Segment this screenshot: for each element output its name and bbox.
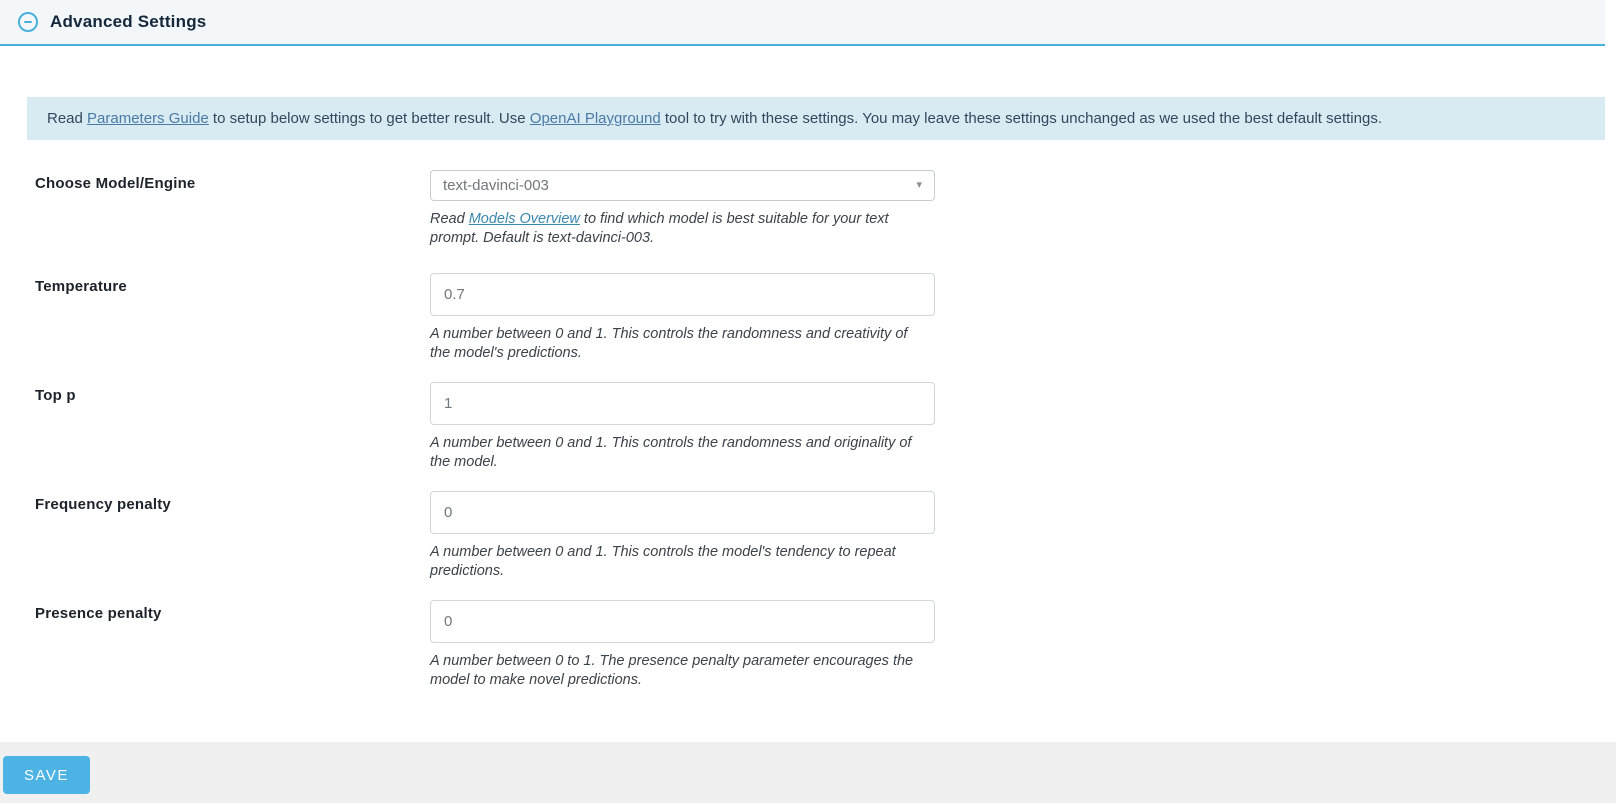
presence-penalty-helper-text: A number between 0 to 1. The presence pe… <box>430 653 914 688</box>
info-banner: Read Parameters Guide to setup below set… <box>27 97 1605 140</box>
frequency-penalty-label: Frequency penalty <box>35 496 171 513</box>
temperature-label: Temperature <box>35 278 127 295</box>
advanced-settings-form: Choose Model/Engine text-davinci-003 ▾ R… <box>0 170 1616 690</box>
top-p-input[interactable] <box>430 382 935 425</box>
presence-penalty-input[interactable] <box>430 600 935 643</box>
presence-penalty-row: Presence penalty A number between 0 to 1… <box>35 600 1616 690</box>
frequency-penalty-input[interactable] <box>430 491 935 534</box>
model-engine-label: Choose Model/Engine <box>35 175 196 192</box>
page-title: Advanced Settings <box>50 12 207 31</box>
models-overview-link[interactable]: Models Overview <box>469 211 580 227</box>
temperature-row: Temperature A number between 0 and 1. Th… <box>35 273 1616 363</box>
openai-playground-link[interactable]: OpenAI Playground <box>530 110 661 127</box>
model-select-value: text-davinci-003 <box>443 177 549 194</box>
parameters-guide-link[interactable]: Parameters Guide <box>87 110 209 127</box>
top-p-label: Top p <box>35 387 76 404</box>
banner-text: Read <box>47 110 88 127</box>
helper-text: Read <box>430 211 469 227</box>
model-engine-row: Choose Model/Engine text-davinci-003 ▾ R… <box>35 170 1616 248</box>
frequency-penalty-row: Frequency penalty A number between 0 and… <box>35 491 1616 581</box>
model-select[interactable]: text-davinci-003 ▾ <box>430 170 935 201</box>
banner-text: to setup below settings to get better re… <box>208 110 530 127</box>
frequency-penalty-helper-text: A number between 0 and 1. This controls … <box>430 544 896 579</box>
temperature-helper-text: A number between 0 and 1. This controls … <box>430 326 908 361</box>
temperature-input[interactable] <box>430 273 935 316</box>
footer-bar: SAVE <box>0 742 1616 803</box>
save-button[interactable]: SAVE <box>3 756 90 794</box>
banner-text: tool to try with these settings. You may… <box>660 110 1382 127</box>
top-p-row: Top p A number between 0 and 1. This con… <box>35 382 1616 472</box>
presence-penalty-label: Presence penalty <box>35 605 162 622</box>
chevron-down-icon: ▾ <box>916 179 922 191</box>
advanced-settings-header: Advanced Settings <box>0 0 1605 46</box>
model-helper-text: Read Models Overview to find which model… <box>430 210 920 248</box>
collapse-minus-icon[interactable] <box>18 12 38 32</box>
top-p-helper-text: A number between 0 and 1. This controls … <box>430 435 912 470</box>
